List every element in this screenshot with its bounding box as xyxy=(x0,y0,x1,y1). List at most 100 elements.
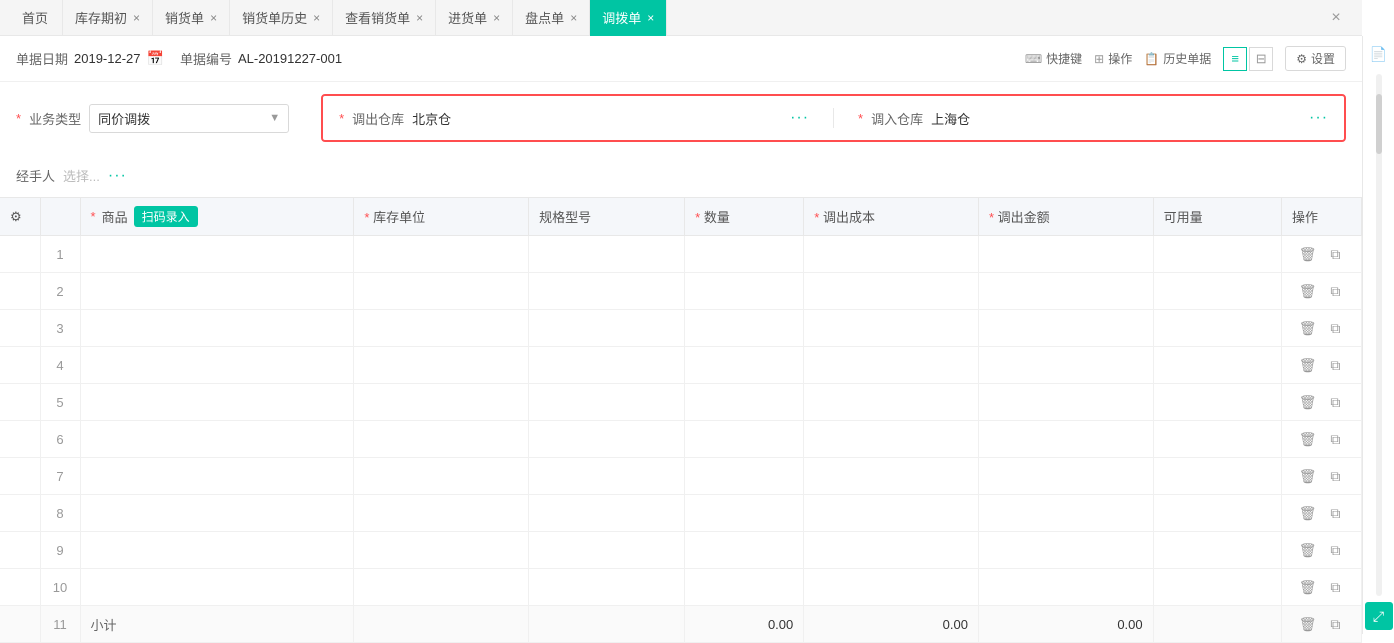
row-unit-cell[interactable] xyxy=(354,421,529,458)
row-spec-cell[interactable] xyxy=(529,384,685,421)
row-unit-cell[interactable] xyxy=(354,532,529,569)
row-amount-cell[interactable] xyxy=(978,495,1153,532)
row-qty-cell[interactable] xyxy=(685,347,804,384)
row-delete-icon[interactable]: 🗑 xyxy=(1296,279,1320,303)
row-cost-cell[interactable] xyxy=(804,384,979,421)
row-copy-icon[interactable]: ⧉ xyxy=(1323,353,1347,377)
row-amount-cell[interactable] xyxy=(978,421,1153,458)
row-unit-cell[interactable] xyxy=(354,273,529,310)
row-unit-cell[interactable] xyxy=(354,569,529,606)
row-delete-icon[interactable]: 🗑 xyxy=(1296,316,1320,340)
row-cost-cell[interactable] xyxy=(804,421,979,458)
row-qty-cell[interactable] xyxy=(685,495,804,532)
tab-sales-history-close[interactable]: × xyxy=(313,11,320,25)
scrollbar[interactable] xyxy=(1376,74,1382,596)
row-qty-cell[interactable] xyxy=(685,421,804,458)
scan-button[interactable]: 扫码录入 xyxy=(134,206,198,227)
row-delete-icon[interactable]: 🗑 xyxy=(1296,464,1320,488)
th-settings[interactable]: ⚙ xyxy=(0,198,40,236)
row-copy-icon[interactable]: ⧉ xyxy=(1323,279,1347,303)
row-qty-cell[interactable] xyxy=(685,384,804,421)
operations-action[interactable]: ⊞ 操作 xyxy=(1094,50,1132,67)
subtotal-copy-icon[interactable]: ⧉ xyxy=(1323,612,1347,636)
tab-sales-close[interactable]: × xyxy=(210,11,217,25)
row-cost-cell[interactable] xyxy=(804,273,979,310)
tab-transfer-close[interactable]: × xyxy=(647,11,654,25)
tab-view-sales-close[interactable]: × xyxy=(416,11,423,25)
person-more-btn[interactable]: ··· xyxy=(108,167,127,185)
row-delete-icon[interactable]: 🗑 xyxy=(1296,575,1320,599)
row-spec-cell[interactable] xyxy=(529,421,685,458)
row-product-cell[interactable] xyxy=(80,495,354,532)
row-product-cell[interactable] xyxy=(80,273,354,310)
tab-transfer[interactable]: 调拨单 × xyxy=(590,0,667,36)
row-delete-icon[interactable]: 🗑 xyxy=(1296,242,1320,266)
row-spec-cell[interactable] xyxy=(529,458,685,495)
row-copy-icon[interactable]: ⧉ xyxy=(1323,390,1347,414)
sidebar-doc-btn[interactable]: 📄 xyxy=(1365,40,1393,68)
row-cost-cell[interactable] xyxy=(804,310,979,347)
row-spec-cell[interactable] xyxy=(529,569,685,606)
row-product-cell[interactable] xyxy=(80,384,354,421)
row-unit-cell[interactable] xyxy=(354,458,529,495)
row-product-cell[interactable] xyxy=(80,532,354,569)
row-spec-cell[interactable] xyxy=(529,273,685,310)
tab-home[interactable]: 首页 xyxy=(8,0,63,36)
row-cost-cell[interactable] xyxy=(804,236,979,273)
tab-stocktake-close[interactable]: × xyxy=(570,11,577,25)
row-unit-cell[interactable] xyxy=(354,236,529,273)
warehouse-out-more-btn[interactable]: ··· xyxy=(790,109,809,127)
row-qty-cell[interactable] xyxy=(685,569,804,606)
calendar-icon[interactable]: 📅 xyxy=(147,50,164,67)
row-unit-cell[interactable] xyxy=(354,310,529,347)
row-amount-cell[interactable] xyxy=(978,384,1153,421)
row-copy-icon[interactable]: ⧉ xyxy=(1323,575,1347,599)
tab-stocktake[interactable]: 盘点单 × xyxy=(513,0,590,36)
row-cost-cell[interactable] xyxy=(804,532,979,569)
subtotal-delete-icon[interactable]: 🗑 xyxy=(1296,612,1320,636)
tab-inventory[interactable]: 库存期初 × xyxy=(63,0,153,36)
row-product-cell[interactable] xyxy=(80,236,354,273)
tab-purchase-close[interactable]: × xyxy=(493,11,500,25)
row-cost-cell[interactable] xyxy=(804,458,979,495)
row-amount-cell[interactable] xyxy=(978,310,1153,347)
business-type-select[interactable]: 同价调拨 ▼ xyxy=(89,104,289,133)
shortcut-action[interactable]: ⌨ 快捷键 xyxy=(1025,50,1082,67)
person-select[interactable]: 选择... xyxy=(63,166,100,185)
sidebar-expand-btn[interactable]: ⤢ xyxy=(1365,602,1393,630)
layout-grid-btn[interactable]: ⊟ xyxy=(1249,47,1273,71)
row-unit-cell[interactable] xyxy=(354,347,529,384)
tab-purchase[interactable]: 进货单 × xyxy=(436,0,513,36)
row-delete-icon[interactable]: 🗑 xyxy=(1296,538,1320,562)
row-qty-cell[interactable] xyxy=(685,310,804,347)
row-amount-cell[interactable] xyxy=(978,273,1153,310)
row-qty-cell[interactable] xyxy=(685,458,804,495)
row-cost-cell[interactable] xyxy=(804,495,979,532)
row-copy-icon[interactable]: ⧉ xyxy=(1323,464,1347,488)
window-close-button[interactable]: × xyxy=(1318,0,1354,36)
row-delete-icon[interactable]: 🗑 xyxy=(1296,353,1320,377)
history-action[interactable]: 📋 历史单据 xyxy=(1144,50,1211,67)
row-product-cell[interactable] xyxy=(80,569,354,606)
tab-inventory-close[interactable]: × xyxy=(133,11,140,25)
row-unit-cell[interactable] xyxy=(354,495,529,532)
row-amount-cell[interactable] xyxy=(978,236,1153,273)
row-cost-cell[interactable] xyxy=(804,569,979,606)
row-delete-icon[interactable]: 🗑 xyxy=(1296,427,1320,451)
row-product-cell[interactable] xyxy=(80,421,354,458)
warehouse-in-more-btn[interactable]: ··· xyxy=(1309,109,1328,127)
row-qty-cell[interactable] xyxy=(685,532,804,569)
row-copy-icon[interactable]: ⧉ xyxy=(1323,427,1347,451)
row-delete-icon[interactable]: 🗑 xyxy=(1296,390,1320,414)
row-amount-cell[interactable] xyxy=(978,532,1153,569)
row-copy-icon[interactable]: ⧉ xyxy=(1323,501,1347,525)
row-spec-cell[interactable] xyxy=(529,236,685,273)
row-delete-icon[interactable]: 🗑 xyxy=(1296,501,1320,525)
row-product-cell[interactable] xyxy=(80,347,354,384)
settings-button[interactable]: ⚙ 设置 xyxy=(1285,46,1346,71)
row-product-cell[interactable] xyxy=(80,310,354,347)
row-product-cell[interactable] xyxy=(80,458,354,495)
tab-view-sales[interactable]: 查看销货单 × xyxy=(333,0,436,36)
row-copy-icon[interactable]: ⧉ xyxy=(1323,316,1347,340)
row-unit-cell[interactable] xyxy=(354,384,529,421)
